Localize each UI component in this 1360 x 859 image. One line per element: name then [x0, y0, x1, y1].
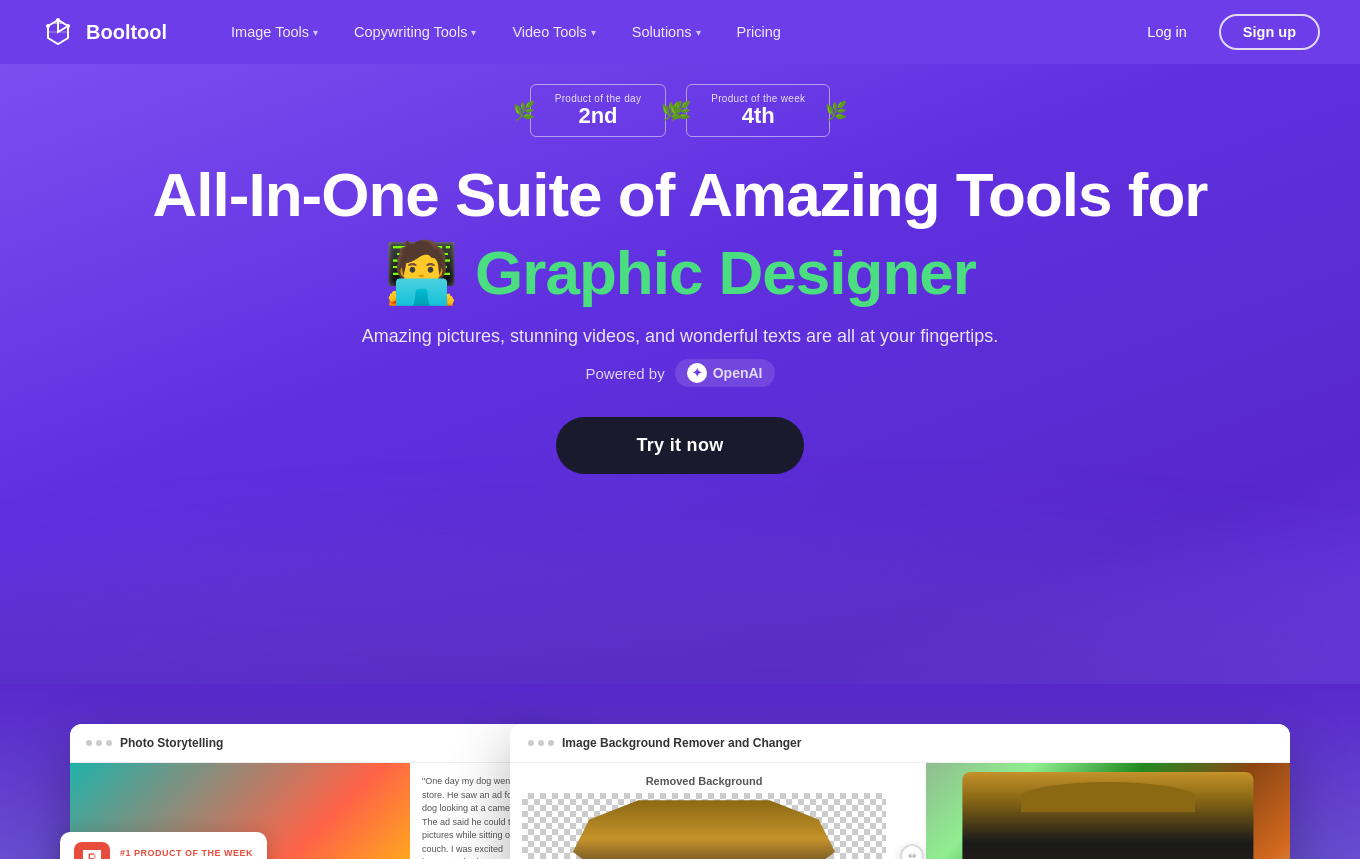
- checkered-background: [522, 793, 886, 859]
- dot-1: [86, 740, 92, 746]
- person-silhouette: [540, 800, 868, 859]
- dot-r3: [548, 740, 554, 746]
- original-photo-panel: [926, 763, 1290, 859]
- nav-auth: Log in Sign up: [1131, 14, 1320, 50]
- dot-3: [106, 740, 112, 746]
- person-photo: [962, 772, 1253, 859]
- divider-circle-icon: ⇔: [900, 844, 924, 860]
- hat-element: [1021, 782, 1196, 812]
- badge-week: Product of the week 4th: [686, 84, 830, 137]
- window-dots: [86, 740, 112, 746]
- card-left-title: Photo Storytelling: [120, 736, 223, 750]
- hero-description: Amazing pictures, stunning videos, and w…: [362, 326, 998, 347]
- badge-day: Product of the day 2nd: [530, 84, 667, 137]
- card-right-body: Removed Background ⇔: [510, 763, 1290, 859]
- nav-pricing[interactable]: Pricing: [723, 16, 795, 48]
- chevron-icon: ▾: [591, 27, 596, 38]
- removed-bg-panel: Removed Background: [510, 763, 898, 859]
- product-of-week-badge: 🅿 #1 PRODUCT OF THE WEEK Artificial Inte…: [60, 832, 267, 859]
- original-photo-image: [926, 763, 1290, 859]
- logo[interactable]: Booltool: [40, 14, 167, 50]
- chevron-icon: ▾: [696, 27, 701, 38]
- openai-badge: ✦ OpenAI: [675, 359, 775, 387]
- nav-links: Image Tools ▾ Copywriting Tools ▾ Video …: [217, 16, 1131, 48]
- chevron-icon: ▾: [313, 27, 318, 38]
- login-button[interactable]: Log in: [1131, 16, 1203, 48]
- card-bg-remover: Image Background Remover and Changer Rem…: [510, 724, 1290, 859]
- logo-icon: [40, 14, 76, 50]
- chevron-icon: ▾: [471, 27, 476, 38]
- dot-r1: [528, 740, 534, 746]
- nav-image-tools[interactable]: Image Tools ▾: [217, 16, 332, 48]
- svg-point-2: [66, 24, 70, 28]
- card-left-header: Photo Storytelling: [70, 724, 550, 763]
- role-emoji: 🧑‍💻: [384, 237, 459, 308]
- hero-role-text: Graphic Designer: [475, 237, 976, 308]
- svg-point-1: [46, 24, 50, 28]
- hero-section: Product of the day 2nd Product of the we…: [0, 64, 1360, 684]
- award-badges: Product of the day 2nd Product of the we…: [530, 84, 831, 137]
- badge-product-icon: 🅿: [74, 842, 110, 859]
- navbar: Booltool Image Tools ▾ Copywriting Tools…: [0, 0, 1360, 64]
- svg-point-0: [56, 18, 60, 22]
- signup-button[interactable]: Sign up: [1219, 14, 1320, 50]
- hero-role-row: 🧑‍💻 Graphic Designer: [384, 237, 976, 308]
- nav-copywriting-tools[interactable]: Copywriting Tools ▾: [340, 16, 490, 48]
- card-right-header: Image Background Remover and Changer: [510, 724, 1290, 763]
- dot-2: [96, 740, 102, 746]
- window-dots-right: [528, 740, 554, 746]
- nav-solutions[interactable]: Solutions ▾: [618, 16, 715, 48]
- divider-handle[interactable]: ⇔: [898, 763, 926, 859]
- screenshots-section: Photo Storytelling "One day my dog went …: [0, 684, 1360, 859]
- card-right-title: Image Background Remover and Changer: [562, 736, 801, 750]
- powered-by: Powered by ✦ OpenAI: [586, 359, 775, 387]
- hero-title: All-In-One Suite of Amazing Tools for: [153, 161, 1208, 229]
- dot-r2: [538, 740, 544, 746]
- openai-icon: ✦: [687, 363, 707, 383]
- nav-video-tools[interactable]: Video Tools ▾: [498, 16, 609, 48]
- logo-text: Booltool: [86, 21, 167, 44]
- badge-product-text: #1 PRODUCT OF THE WEEK Artificial Intell…: [120, 848, 253, 860]
- try-it-now-button[interactable]: Try it now: [556, 417, 803, 474]
